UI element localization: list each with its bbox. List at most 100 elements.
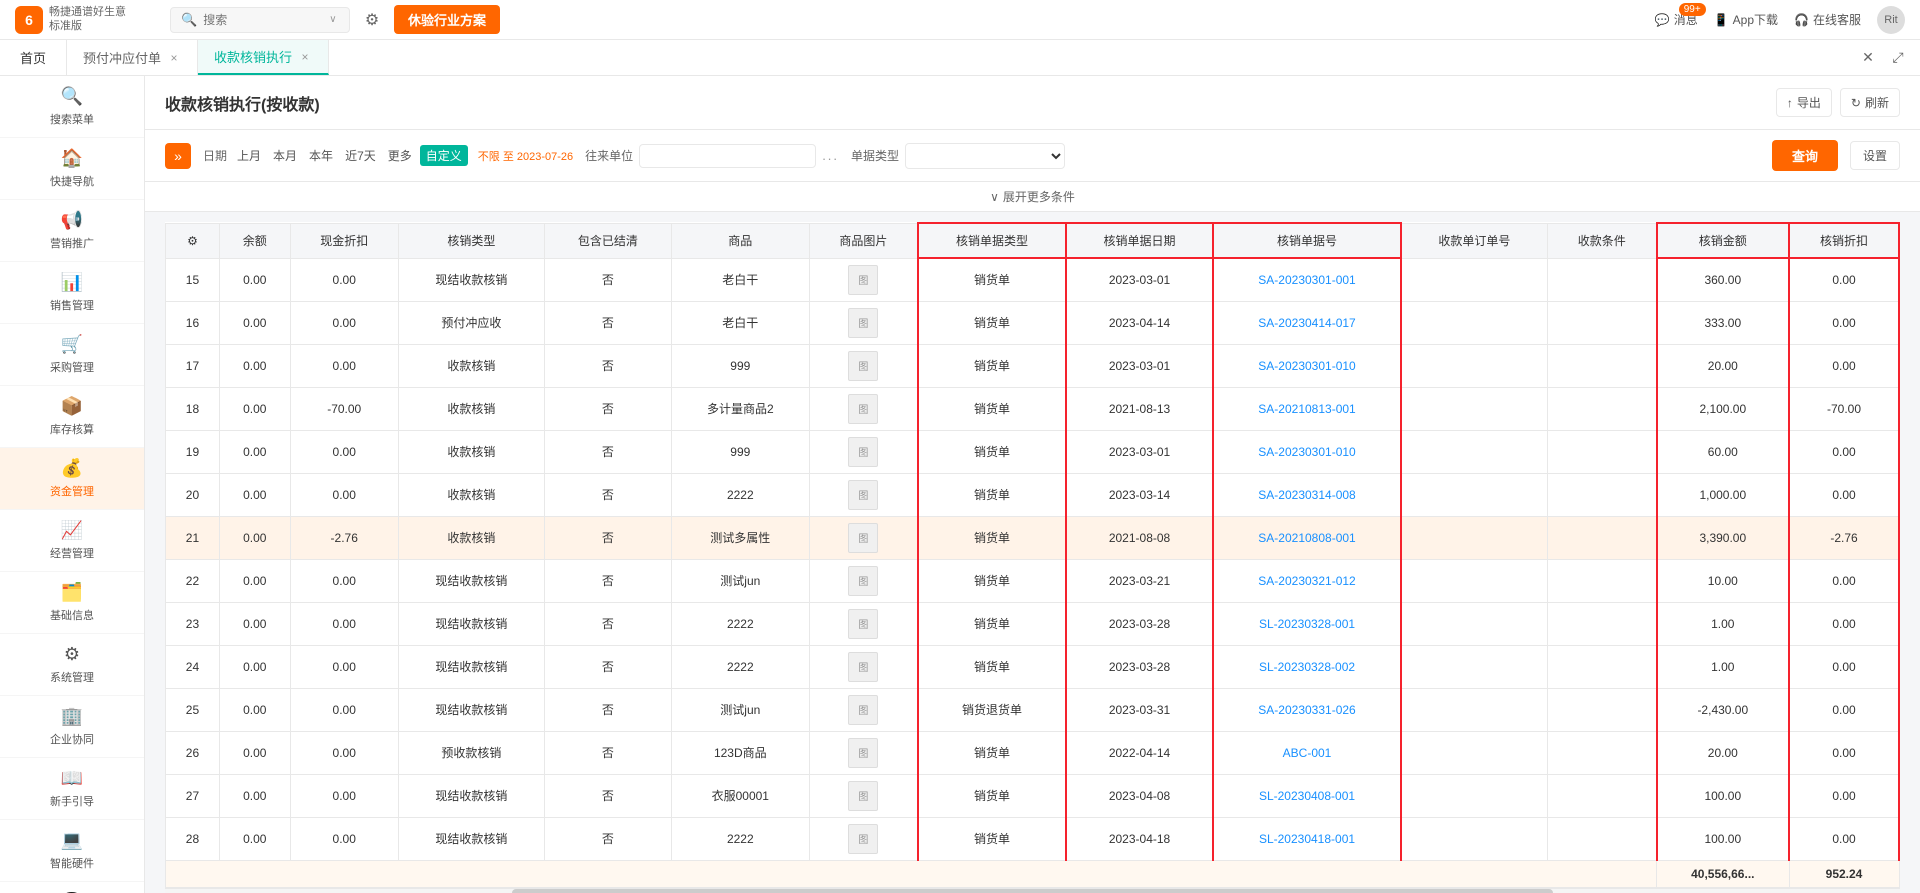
cell-condition [1547, 258, 1656, 301]
bill-no-link[interactable]: SL-20230408-001 [1259, 789, 1355, 803]
sidebar-item-basic-info[interactable]: 🗂️ 基础信息 [0, 572, 144, 634]
cell-write-off-discount: 0.00 [1789, 817, 1899, 860]
search-icon: 🔍 [181, 12, 197, 28]
bill-no-link[interactable]: SA-20210813-001 [1258, 402, 1355, 416]
filter-settings-button[interactable]: 设置 [1850, 141, 1900, 170]
sidebar-item-enterprise[interactable]: 🏢 企业协同 [0, 696, 144, 758]
basic-info-icon: 🗂️ [61, 582, 83, 603]
message-badge: 99+ [1679, 3, 1706, 16]
horizontal-scrollbar[interactable] [165, 888, 1900, 893]
cell-bill-type: 销货单 [918, 817, 1066, 860]
close-window-button[interactable]: ✕ [1856, 46, 1880, 70]
tab-collection[interactable]: 收款核销执行 × [198, 40, 329, 75]
bill-no-link[interactable]: SL-20230418-001 [1259, 832, 1355, 846]
cell-bill-no[interactable]: SA-20230301-001 [1213, 258, 1400, 301]
tab-home[interactable]: 首页 [0, 40, 67, 75]
cell-bill-no[interactable]: SA-20230331-026 [1213, 688, 1400, 731]
sidebar-item-system[interactable]: ⚙ 系统管理 [0, 634, 144, 696]
bill-no-link[interactable]: SA-20230301-010 [1258, 445, 1355, 459]
bill-no-link[interactable]: SA-20230314-008 [1258, 488, 1355, 502]
table-row: 25 0.00 0.00 现结收款核销 否 测试jun 图 销货退货单 2023… [166, 688, 1900, 731]
bill-no-link[interactable]: ABC-001 [1283, 746, 1332, 760]
cell-bill-no[interactable]: SL-20230408-001 [1213, 774, 1400, 817]
cell-goods-img: 图 [809, 774, 918, 817]
cell-bill-no[interactable]: SA-20230314-008 [1213, 473, 1400, 516]
sidebar-item-marketing[interactable]: 📢 营销推广 [0, 200, 144, 262]
th-settings[interactable]: ⚙ [166, 223, 220, 258]
bill-no-link[interactable]: SA-20230301-010 [1258, 359, 1355, 373]
expand-icon: ∨ [990, 190, 999, 204]
cell-condition [1547, 430, 1656, 473]
sidebar-label-search-menu: 搜索菜单 [50, 111, 94, 127]
cell-type: 收款核销 [398, 344, 544, 387]
search-input[interactable] [203, 13, 323, 27]
bill-no-link[interactable]: SA-20230321-012 [1258, 574, 1355, 588]
cell-bill-no[interactable]: SA-20210808-001 [1213, 516, 1400, 559]
bill-no-link[interactable]: SA-20230331-026 [1258, 703, 1355, 717]
th-settled: 包含已结清 [544, 223, 671, 258]
cell-settled: 否 [544, 645, 671, 688]
cell-condition [1547, 817, 1656, 860]
date-this-year[interactable]: 本年 [305, 145, 337, 166]
industry-button[interactable]: 休验行业方案 [394, 5, 500, 34]
export-button[interactable]: ↑ 导出 [1776, 88, 1832, 117]
expand-more-button[interactable]: ∨ 展开更多条件 [145, 184, 1920, 209]
cell-bill-no[interactable]: SA-20230321-012 [1213, 559, 1400, 602]
bill-no-link[interactable]: SL-20230328-002 [1259, 660, 1355, 674]
bill-no-link[interactable]: SL-20230328-001 [1259, 617, 1355, 631]
date-last-month[interactable]: 上月 [233, 145, 265, 166]
gear-button[interactable]: ⚙ [358, 6, 386, 34]
partner-input[interactable] [639, 144, 816, 168]
sidebar-item-wechat[interactable]: 💬 企业微信 [0, 882, 144, 893]
refresh-button[interactable]: ↻ 刷新 [1840, 88, 1900, 117]
prepay-tab-close[interactable]: × [167, 51, 181, 65]
app-download-link[interactable]: 📱 App下载 [1714, 11, 1778, 28]
cell-bill-type: 销货单 [918, 731, 1066, 774]
cell-settled: 否 [544, 387, 671, 430]
user-avatar[interactable]: Rit [1877, 6, 1905, 34]
bill-no-link[interactable]: SA-20210808-001 [1258, 531, 1355, 545]
sidebar-item-search-menu[interactable]: 🔍 搜索菜单 [0, 76, 144, 138]
query-button[interactable]: 查询 [1772, 140, 1838, 171]
sidebar-item-finance[interactable]: 💰 资金管理 [0, 448, 144, 510]
sidebar-item-guide[interactable]: 📖 新手引导 [0, 758, 144, 820]
logo-icon: 6 [15, 6, 43, 34]
cell-bill-no[interactable]: SL-20230328-001 [1213, 602, 1400, 645]
cell-bill-no[interactable]: SA-20230414-017 [1213, 301, 1400, 344]
bill-type-select[interactable] [905, 143, 1065, 169]
cell-bill-no[interactable]: ABC-001 [1213, 731, 1400, 774]
date-last-7-days[interactable]: 近7天 [341, 145, 380, 166]
cell-bill-no[interactable]: SA-20210813-001 [1213, 387, 1400, 430]
cell-bill-no[interactable]: SA-20230301-010 [1213, 430, 1400, 473]
cell-no: 21 [166, 516, 220, 559]
prepay-tab-label: 预付冲应付单 [83, 48, 161, 67]
date-this-month[interactable]: 本月 [269, 145, 301, 166]
search-box[interactable]: 🔍 ∨ [170, 7, 350, 33]
logo-area: 6 畅捷通谱好生意 标准版 [15, 6, 160, 34]
sidebar-item-sales[interactable]: 📊 销售管理 [0, 262, 144, 324]
cell-bill-type: 销货单 [918, 602, 1066, 645]
table-row: 17 0.00 0.00 收款核销 否 999 图 销货单 2023-03-01… [166, 344, 1900, 387]
sidebar-item-hardware[interactable]: 💻 智能硬件 [0, 820, 144, 882]
sidebar-item-business[interactable]: 📈 经营管理 [0, 510, 144, 572]
date-custom[interactable]: 自定义 [420, 145, 468, 166]
online-service-link[interactable]: 🎧 在线客服 [1794, 11, 1861, 28]
sidebar-item-inventory[interactable]: 📦 库存核算 [0, 386, 144, 448]
cell-bill-no[interactable]: SA-20230301-010 [1213, 344, 1400, 387]
bill-no-link[interactable]: SA-20230414-017 [1258, 316, 1355, 330]
cell-bill-no[interactable]: SL-20230418-001 [1213, 817, 1400, 860]
scrollbar-thumb[interactable] [512, 889, 1553, 893]
tab-prepay[interactable]: 预付冲应付单 × [67, 40, 198, 75]
bill-no-link[interactable]: SA-20230301-001 [1258, 273, 1355, 287]
cell-type: 收款核销 [398, 516, 544, 559]
message-area[interactable]: 💬 消息 99+ [1655, 11, 1698, 28]
maximize-window-button[interactable]: ⤢ [1886, 46, 1910, 70]
cell-bill-no[interactable]: SL-20230328-002 [1213, 645, 1400, 688]
cell-bill-date: 2023-04-18 [1066, 817, 1214, 860]
collection-tab-close[interactable]: × [298, 50, 312, 64]
sidebar-item-quick-nav[interactable]: 🏠 快捷导航 [0, 138, 144, 200]
sidebar-item-purchase[interactable]: 🛒 采购管理 [0, 324, 144, 386]
date-more[interactable]: 更多 [384, 145, 416, 166]
filter-expand-button[interactable]: » [165, 143, 191, 169]
layout: 🔍 搜索菜单 🏠 快捷导航 📢 营销推广 📊 销售管理 🛒 采购管理 📦 库存核… [0, 76, 1920, 893]
